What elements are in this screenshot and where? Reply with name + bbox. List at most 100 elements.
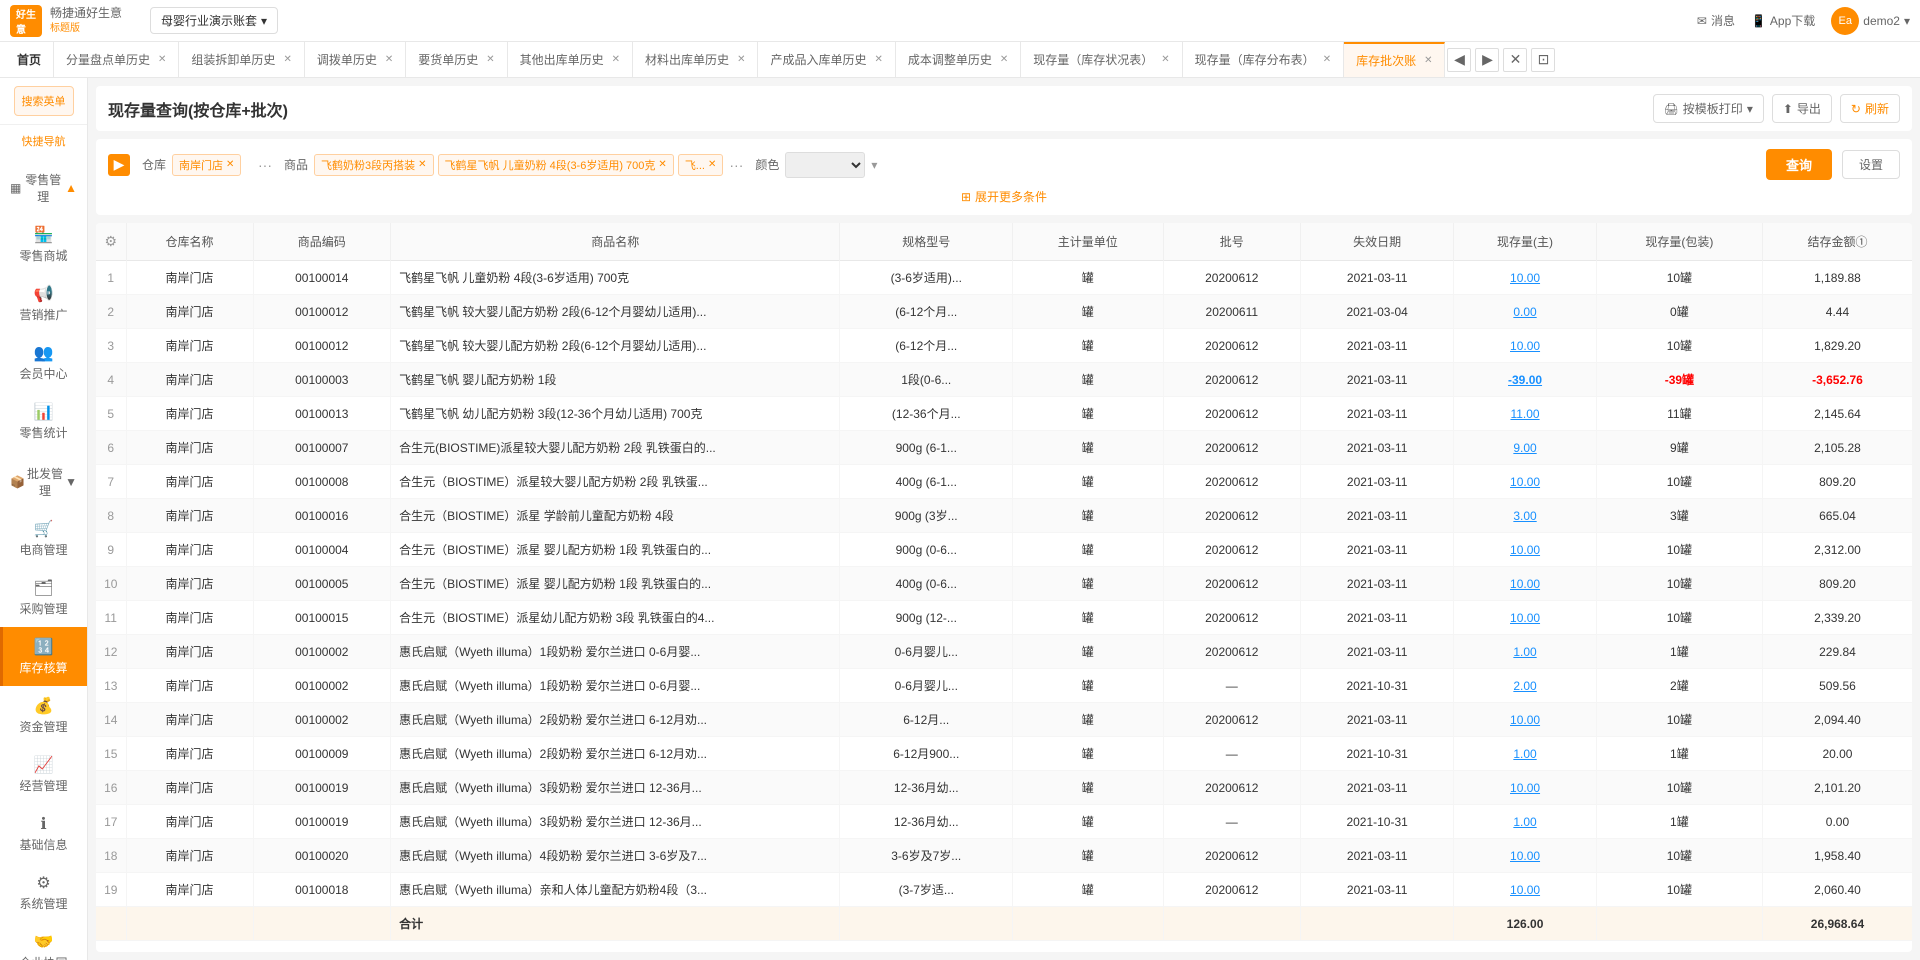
- print-btn[interactable]: 🖨 按模板打印 ▾: [1653, 94, 1764, 123]
- cell-qty-main[interactable]: 10.00: [1454, 839, 1597, 873]
- cell-qty-main[interactable]: 10.00: [1454, 771, 1597, 805]
- tab-prev-btn[interactable]: ◀: [1447, 48, 1471, 72]
- warehouse-more-btn[interactable]: ···: [258, 157, 272, 173]
- tab-11[interactable]: 库存批次账 ✕: [1344, 42, 1445, 78]
- table-row: 19 南岸门店 00100018 惠氏启赋（Wyeth illuma）亲和人体儿…: [96, 873, 1912, 907]
- tab-next-btn[interactable]: ▶: [1475, 48, 1499, 72]
- cell-qty-main[interactable]: 10.00: [1454, 465, 1597, 499]
- org-selector[interactable]: 母婴行业演示账套 ▾: [150, 7, 278, 34]
- goods-tag-0[interactable]: 飞鹤奶粉3段丙搭装 ✕: [314, 154, 434, 176]
- tab-10[interactable]: 现存量（库存分布表） ✕: [1183, 42, 1344, 78]
- tab-3[interactable]: 调拨单历史 ✕: [305, 42, 406, 78]
- tab-4[interactable]: 要货单历史 ✕: [406, 42, 507, 78]
- message-btn[interactable]: ✉ 消息: [1697, 12, 1735, 29]
- cell-spec: (3-6岁适用)...: [840, 261, 1013, 295]
- tab-close-5[interactable]: ✕: [612, 54, 620, 65]
- goods-tag-close-2[interactable]: ✕: [708, 159, 716, 170]
- cell-qty-main[interactable]: -39.00: [1454, 363, 1597, 397]
- cell-qty-main[interactable]: 10.00: [1454, 873, 1597, 907]
- cell-qty-main[interactable]: 10.00: [1454, 601, 1597, 635]
- tab-close-6[interactable]: ✕: [737, 54, 745, 65]
- tab-9[interactable]: 现存量（库存状况表） ✕: [1021, 42, 1182, 78]
- tab-menu-btn[interactable]: ⊡: [1531, 48, 1555, 72]
- sidebar-item-operations[interactable]: 📈 经营管理: [0, 745, 87, 804]
- tab-close-11[interactable]: ✕: [1424, 55, 1432, 66]
- cell-qty-main[interactable]: 11.00: [1454, 397, 1597, 431]
- tab-close-2[interactable]: ✕: [283, 54, 291, 65]
- cell-name: 惠氏启赋（Wyeth illuma）3段奶粉 爱尔兰进口 12-36月...: [391, 805, 840, 839]
- tab-close-3[interactable]: ✕: [385, 54, 393, 65]
- tab-2[interactable]: 组装拆卸单历史 ✕: [179, 42, 304, 78]
- cell-code: 00100018: [253, 873, 391, 907]
- warehouse-tag-0[interactable]: 南岸门店 ✕: [172, 154, 241, 176]
- sidebar-item-retail-mgmt[interactable]: ▦ 零售管理 ▲: [0, 161, 87, 215]
- tab-close-all-btn[interactable]: ✕: [1503, 48, 1527, 72]
- cell-qty-main[interactable]: 1.00: [1454, 635, 1597, 669]
- tab-close-4[interactable]: ✕: [486, 54, 494, 65]
- tab-1[interactable]: 分量盘点单历史 ✕: [54, 42, 179, 78]
- cell-unit: 罐: [1013, 499, 1163, 533]
- cell-qty-main[interactable]: 3.00: [1454, 499, 1597, 533]
- cell-batch: 20200612: [1163, 329, 1301, 363]
- settings-btn[interactable]: 设置: [1842, 150, 1900, 179]
- tab-close-8[interactable]: ✕: [1000, 54, 1008, 65]
- sidebar-item-retail-shop[interactable]: 🏪 零售商城: [0, 215, 87, 274]
- cell-qty-main[interactable]: 10.00: [1454, 329, 1597, 363]
- sidebar-item-enterprise[interactable]: 🤝 企业协同: [0, 922, 87, 960]
- cell-qty-main[interactable]: 10.00: [1454, 533, 1597, 567]
- user-menu[interactable]: Ea demo2 ▾: [1831, 7, 1910, 35]
- sidebar-item-members[interactable]: 👥 会员中心: [0, 333, 87, 392]
- sidebar-item-basic-info[interactable]: ℹ 基础信息: [0, 804, 87, 863]
- app-download-btn[interactable]: 📱 App下载: [1751, 12, 1815, 29]
- tab-close-7[interactable]: ✕: [874, 54, 882, 65]
- cell-amount: 2,060.40: [1762, 873, 1912, 907]
- goods-tag-close-1[interactable]: ✕: [658, 159, 666, 170]
- cell-warehouse: 南岸门店: [126, 703, 253, 737]
- cell-qty-main[interactable]: 2.00: [1454, 669, 1597, 703]
- color-expand-btn[interactable]: ▾: [871, 158, 877, 172]
- cell-spec: 0-6月婴儿...: [840, 635, 1013, 669]
- expand-more-btn[interactable]: ⊞ 展开更多条件: [961, 188, 1047, 205]
- cell-qty-main[interactable]: 10.00: [1454, 261, 1597, 295]
- color-select[interactable]: [785, 152, 865, 178]
- cell-qty-main[interactable]: 0.00: [1454, 295, 1597, 329]
- tab-5[interactable]: 其他出库单历史 ✕: [508, 42, 633, 78]
- search-btn[interactable]: 查询: [1766, 149, 1832, 180]
- sidebar-item-wholesale[interactable]: 📦 批发管理 ▼: [0, 455, 87, 509]
- refresh-btn[interactable]: ↻ 刷新: [1840, 94, 1900, 123]
- sidebar-item-finance[interactable]: 💰 资金管理: [0, 686, 87, 745]
- sidebar-item-icon-retail: ▦: [10, 181, 21, 195]
- export-btn[interactable]: ⬆ 导出: [1772, 94, 1832, 123]
- inventory-icon: 🔢: [6, 637, 81, 657]
- sidebar-item-ecommerce[interactable]: 🛒 电商管理: [0, 509, 87, 568]
- table-gear-icon[interactable]: ⚙: [104, 233, 117, 249]
- goods-tag-close-0[interactable]: ✕: [418, 159, 426, 170]
- cell-qty-main[interactable]: 10.00: [1454, 703, 1597, 737]
- cell-qty-main[interactable]: 1.00: [1454, 805, 1597, 839]
- cell-qty-main[interactable]: 9.00: [1454, 431, 1597, 465]
- th-name: 商品名称: [391, 223, 840, 261]
- sidebar-item-marketing[interactable]: 📢 营销推广: [0, 274, 87, 333]
- goods-tag-1[interactable]: 飞鹤星飞帆 儿童奶粉 4段(3-6岁适用) 700克 ✕: [438, 154, 674, 176]
- goods-tag-2[interactable]: 飞... ✕: [678, 154, 724, 176]
- tab-6[interactable]: 材料出库单历史 ✕: [633, 42, 758, 78]
- tab-close-9[interactable]: ✕: [1161, 54, 1169, 65]
- quick-nav-btn[interactable]: 快捷导航: [0, 124, 87, 157]
- filter-expand-arrow[interactable]: ▶: [108, 154, 130, 176]
- cell-spec: 12-36月幼...: [840, 805, 1013, 839]
- tab-home[interactable]: 首页: [5, 42, 54, 78]
- tab-8[interactable]: 成本调整单历史 ✕: [896, 42, 1021, 78]
- sidebar-item-purchase[interactable]: 🗂 采购管理: [0, 568, 87, 627]
- warehouse-tag-close-0[interactable]: ✕: [226, 159, 234, 170]
- goods-more-btn[interactable]: ···: [729, 157, 743, 173]
- sidebar-item-inventory[interactable]: 🔢 库存核算: [0, 627, 87, 686]
- top-bar: 好生意 畅捷通好生意 标题版 母婴行业演示账套 ▾ ✉ 消息 📱 App下载 E…: [0, 0, 1920, 42]
- search-menu-btn[interactable]: 搜索英单: [14, 86, 74, 116]
- tab-close-10[interactable]: ✕: [1323, 54, 1331, 65]
- sidebar-item-retail-stats[interactable]: 📊 零售统计: [0, 392, 87, 451]
- cell-qty-main[interactable]: 10.00: [1454, 567, 1597, 601]
- cell-qty-main[interactable]: 1.00: [1454, 737, 1597, 771]
- tab-close-1[interactable]: ✕: [158, 54, 166, 65]
- tab-7[interactable]: 产成品入库单历史 ✕: [758, 42, 895, 78]
- sidebar-item-system[interactable]: ⚙ 系统管理: [0, 863, 87, 922]
